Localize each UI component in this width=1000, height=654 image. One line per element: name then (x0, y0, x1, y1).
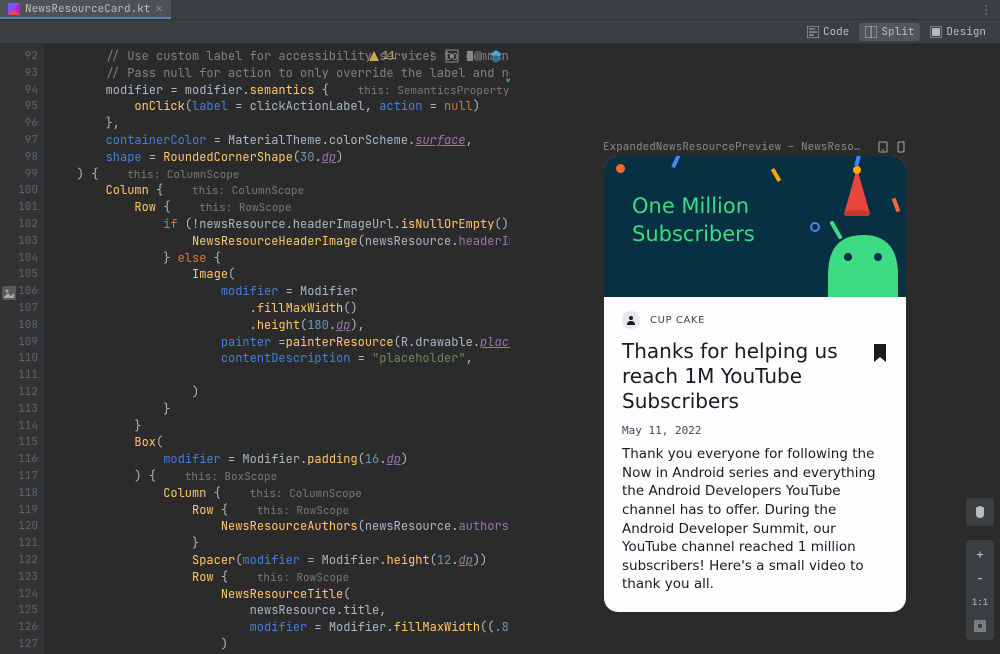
card-description: Thank you everyone for following the Now… (622, 445, 888, 594)
file-tab[interactable]: NewsResourceCard.kt × (0, 0, 171, 19)
warning-icon (368, 50, 380, 62)
card-title: Thanks for helping us reach 1M YouTube S… (622, 339, 864, 414)
zoom-controls: + − 1:1 (966, 540, 994, 640)
news-resource-card[interactable]: One Million Subscribers CUP CAK (604, 156, 906, 612)
bookmark-icon[interactable] (872, 343, 888, 363)
deploy-preview-icon[interactable] (877, 141, 889, 153)
line-number-gutter: 9293949596979899100101102103104105106107… (0, 44, 44, 654)
fit-screen-icon (974, 620, 986, 632)
view-mode-design[interactable]: Design (924, 23, 992, 41)
interactive-preview-icon[interactable] (444, 48, 460, 64)
card-date: May 11, 2022 (622, 424, 888, 437)
warning-count-badge[interactable]: 11 (368, 49, 395, 63)
view-mode-split[interactable]: Split (859, 23, 920, 41)
preview-title: ExpandedNewsResourcePreview – NewsResour… (603, 140, 863, 154)
preview-settings-icon[interactable] (895, 141, 907, 153)
compose-preview-pane: ExpandedNewsResourcePreview – NewsResour… (510, 44, 1000, 654)
person-icon (626, 315, 636, 325)
banner-text: One Million Subscribers (632, 192, 755, 249)
editor-inspections-overlay: 11 ˄ ˅ ⋮ (368, 48, 504, 64)
zoom-in-button[interactable]: + (970, 544, 990, 564)
code-icon (807, 26, 819, 38)
split-icon (865, 26, 877, 38)
code-content[interactable]: // Use custom label for accessibility se… (44, 44, 510, 654)
close-tab-icon[interactable]: × (155, 0, 163, 17)
zoom-out-button[interactable]: − (970, 568, 990, 588)
hand-icon (972, 504, 988, 520)
view-mode-code[interactable]: Code (801, 23, 855, 41)
gutter-image-icon[interactable] (2, 286, 16, 300)
editor-tab-bar: NewsResourceCard.kt × ⋮ (0, 0, 1000, 20)
preview-header: ExpandedNewsResourcePreview – NewsResour… (603, 140, 907, 154)
animation-preview-icon[interactable] (466, 48, 482, 64)
author-avatar (622, 311, 640, 329)
prev-highlight-icon[interactable]: ˄ (402, 49, 408, 63)
zoom-reset-button[interactable]: 1:1 (970, 592, 990, 612)
kotlin-file-icon (8, 3, 20, 15)
next-highlight-icon[interactable]: ˅ (414, 49, 420, 63)
code-editor[interactable]: 9293949596979899100101102103104105106107… (0, 44, 510, 654)
bugdroid-icon (808, 205, 906, 297)
view-mode-bar: Code Split Design (0, 20, 1000, 44)
design-icon (930, 26, 942, 38)
file-tab-name: NewsResourceCard.kt (25, 2, 150, 16)
author-name: CUP CAKE (650, 315, 705, 326)
card-author-row: CUP CAKE (622, 311, 888, 329)
layers-icon[interactable] (488, 48, 504, 64)
tab-overflow-menu[interactable]: ⋮ (972, 2, 1000, 18)
card-header-image: One Million Subscribers (604, 156, 906, 297)
pan-tool-button[interactable] (966, 498, 994, 526)
zoom-fit-button[interactable] (970, 616, 990, 636)
